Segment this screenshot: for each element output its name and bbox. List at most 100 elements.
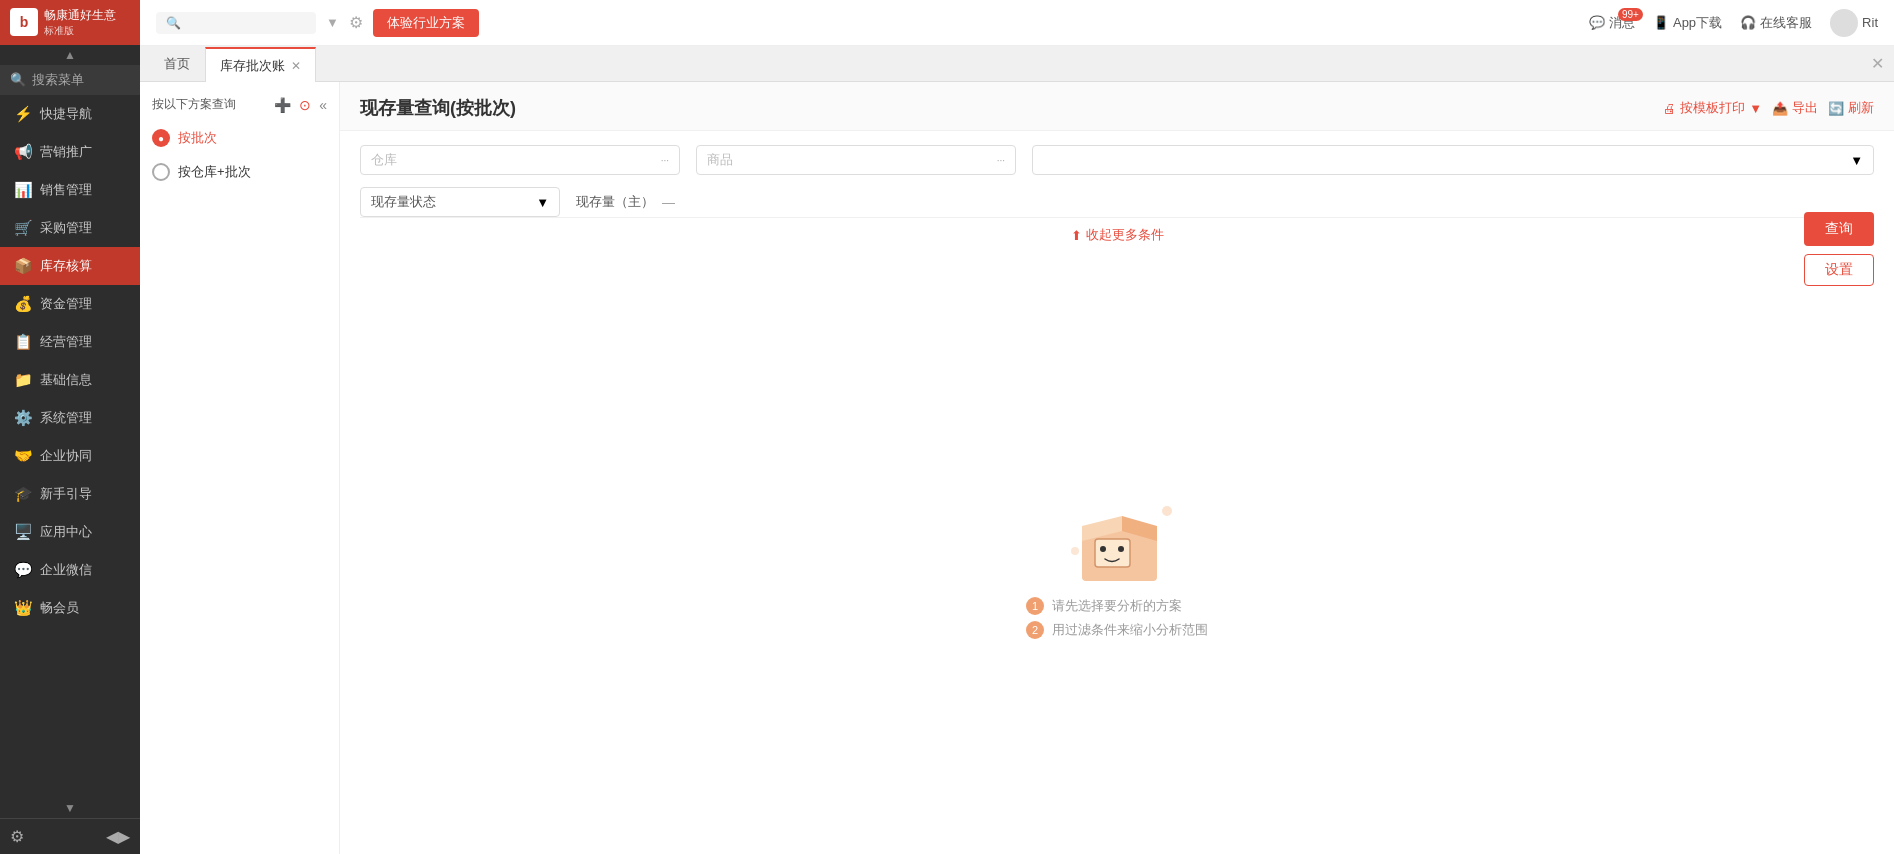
topbar-left: 🔍 ▼ ⚙ 体验行业方案 xyxy=(156,9,479,37)
tab-close-icon[interactable]: ✕ xyxy=(291,59,301,73)
avatar xyxy=(1830,9,1858,37)
sidebar-item-8[interactable]: ⚙️系统管理 xyxy=(0,399,140,437)
status-filter: ▼ xyxy=(1032,145,1874,175)
nav-icon-13: 👑 xyxy=(14,599,32,617)
sidebar-item-10[interactable]: 🎓新手引导 xyxy=(0,475,140,513)
plan-item-batch[interactable]: ● 按批次 xyxy=(140,121,339,155)
sidebar-item-0[interactable]: ⚡快捷导航 xyxy=(0,95,140,133)
sidebar-item-6[interactable]: 📋经营管理 xyxy=(0,323,140,361)
sidebar-item-9[interactable]: 🤝企业协同 xyxy=(0,437,140,475)
tabbar: 首页 库存批次账 ✕ ✕ xyxy=(140,46,1894,82)
hint-num-2: 2 xyxy=(1026,621,1044,639)
collapse-panel-icon[interactable]: « xyxy=(319,97,327,113)
nav-icon-11: 🖥️ xyxy=(14,523,32,541)
set-btn[interactable]: 设置 xyxy=(1804,254,1874,286)
nav-icon-0: ⚡ xyxy=(14,105,32,123)
add-plan-icon[interactable]: ➕ xyxy=(274,97,291,113)
refresh-icon: 🔄 xyxy=(1828,101,1844,116)
sidebar-header: b 畅康通好生意 标准版 xyxy=(0,0,140,45)
status-select[interactable]: ▼ xyxy=(1032,145,1874,175)
user-avatar[interactable]: Rit xyxy=(1830,9,1878,37)
global-search-box[interactable]: 🔍 xyxy=(156,12,316,34)
sidebar-item-7[interactable]: 📁基础信息 xyxy=(0,361,140,399)
left-panel: 按以下方案查询 ➕ ⊙ « ● 按批次 按仓库+批次 xyxy=(140,82,340,854)
tab-home[interactable]: 首页 xyxy=(150,46,205,81)
trial-btn[interactable]: 体验行业方案 xyxy=(373,9,479,37)
hint-item-1: 1 请先选择要分析的方案 xyxy=(1026,597,1208,615)
sidebar-item-12[interactable]: 💬企业微信 xyxy=(0,551,140,589)
sidebar-scroll-down[interactable]: ▼ xyxy=(0,798,140,818)
dropdown-arrow-icon: ▼ xyxy=(536,195,549,210)
user-name: Rit xyxy=(1862,15,1878,30)
nav-icon-6: 📋 xyxy=(14,333,32,351)
nav-icon-2: 📊 xyxy=(14,181,32,199)
messages-btn[interactable]: 💬 消息 99+ xyxy=(1589,14,1635,32)
svg-point-4 xyxy=(1100,546,1106,552)
sidebar-item-3[interactable]: 🛒采购管理 xyxy=(0,209,140,247)
nav-icon-10: 🎓 xyxy=(14,485,32,503)
stock-qty-filter: 现存量（主） — xyxy=(576,193,776,211)
action-buttons: 查询 设置 xyxy=(1804,212,1874,286)
headset-icon: 🎧 xyxy=(1740,15,1756,30)
export-btn[interactable]: 📤 导出 xyxy=(1772,99,1818,117)
sidebar-item-2[interactable]: 📊销售管理 xyxy=(0,171,140,209)
svg-point-5 xyxy=(1118,546,1124,552)
sidebar-item-5[interactable]: 💰资金管理 xyxy=(0,285,140,323)
sidebar-item-13[interactable]: 👑畅会员 xyxy=(0,589,140,627)
nav-icon-12: 💬 xyxy=(14,561,32,579)
hint-num-1: 1 xyxy=(1026,597,1044,615)
message-icon: 💬 xyxy=(1589,15,1605,30)
export-icon: 📤 xyxy=(1772,101,1788,116)
app-download-btn[interactable]: 📱 App下载 xyxy=(1653,14,1722,32)
stock-status-filter: 现存量状态 ▼ xyxy=(360,187,560,217)
nav-icon-3: 🛒 xyxy=(14,219,32,237)
stock-status-select[interactable]: 现存量状态 ▼ xyxy=(360,187,560,217)
collapse-bar[interactable]: ⬆ 收起更多条件 xyxy=(360,217,1874,252)
search-icon: 🔍 xyxy=(166,16,181,30)
print-btn[interactable]: 🖨 按模板打印 ▼ xyxy=(1663,99,1762,117)
sidebar: b 畅康通好生意 标准版 ▲ 🔍 搜索菜单 ⚡快捷导航📢营销推广📊销售管理🛒采购… xyxy=(0,0,140,854)
refresh-btn[interactable]: 🔄 刷新 xyxy=(1828,99,1874,117)
page-title: 现存量查询(按批次) xyxy=(360,96,516,120)
left-panel-header: 按以下方案查询 ➕ ⊙ « xyxy=(140,92,339,121)
nav-icon-7: 📁 xyxy=(14,371,32,389)
nav-icon-1: 📢 xyxy=(14,143,32,161)
dropdown-icon[interactable]: ▼ xyxy=(326,15,339,30)
collapse-sidebar-icon[interactable]: ◀▶ xyxy=(106,827,130,846)
sidebar-footer: ⚙ ◀▶ xyxy=(0,818,140,854)
empty-hints: 1 请先选择要分析的方案 2 用过滤条件来缩小分析范围 xyxy=(1026,597,1208,639)
settings-icon[interactable]: ⚙ xyxy=(349,13,363,32)
left-panel-title: 按以下方案查询 xyxy=(152,96,236,113)
warehouse-dots-icon[interactable]: ··· xyxy=(661,155,669,166)
stock-qty-range: 现存量（主） — xyxy=(576,193,776,211)
product-input[interactable]: 商品 ··· xyxy=(696,145,1016,175)
sidebar-item-11[interactable]: 🖥️应用中心 xyxy=(0,513,140,551)
close-panel-icon[interactable]: ✕ xyxy=(1871,54,1884,73)
sidebar-scroll-up[interactable]: ▲ xyxy=(0,45,140,65)
empty-state: 1 请先选择要分析的方案 2 用过滤条件来缩小分析范围 xyxy=(340,266,1894,854)
warehouse-filter: 仓库 ··· xyxy=(360,145,680,175)
plan-item-warehouse-batch[interactable]: 按仓库+批次 xyxy=(140,155,339,189)
phone-icon: 📱 xyxy=(1653,15,1669,30)
left-panel-actions: ➕ ⊙ « xyxy=(274,97,327,113)
tab-inventory[interactable]: 库存批次账 ✕ xyxy=(205,47,316,82)
content-area: 按以下方案查询 ➕ ⊙ « ● 按批次 按仓库+批次 现存量查询(按批次) xyxy=(140,82,1894,854)
sidebar-search[interactable]: 🔍 搜索菜单 xyxy=(0,65,140,95)
online-service-btn[interactable]: 🎧 在线客服 xyxy=(1740,14,1812,32)
print-icon: 🖨 xyxy=(1663,101,1676,116)
sidebar-item-1[interactable]: 📢营销推广 xyxy=(0,133,140,171)
settings-icon[interactable]: ⚙ xyxy=(10,827,24,846)
warehouse-input[interactable]: 仓库 ··· xyxy=(360,145,680,175)
settings-plan-icon[interactable]: ⊙ xyxy=(299,97,311,113)
search-icon: 🔍 xyxy=(10,72,26,87)
range-dash: — xyxy=(662,195,675,210)
query-btn[interactable]: 查询 xyxy=(1804,212,1874,246)
right-panel: 现存量查询(按批次) 🖨 按模板打印 ▼ 📤 导出 🔄 刷新 xyxy=(340,82,1894,854)
nav-icon-4: 📦 xyxy=(14,257,32,275)
product-dots-icon[interactable]: ··· xyxy=(997,155,1005,166)
page-header: 现存量查询(按批次) 🖨 按模板打印 ▼ 📤 导出 🔄 刷新 xyxy=(340,82,1894,131)
app-title: 畅康通好生意 标准版 xyxy=(44,8,116,37)
app-logo: b xyxy=(10,8,38,36)
sidebar-item-4[interactable]: 📦库存核算 xyxy=(0,247,140,285)
tab-home-label: 首页 xyxy=(164,55,190,73)
